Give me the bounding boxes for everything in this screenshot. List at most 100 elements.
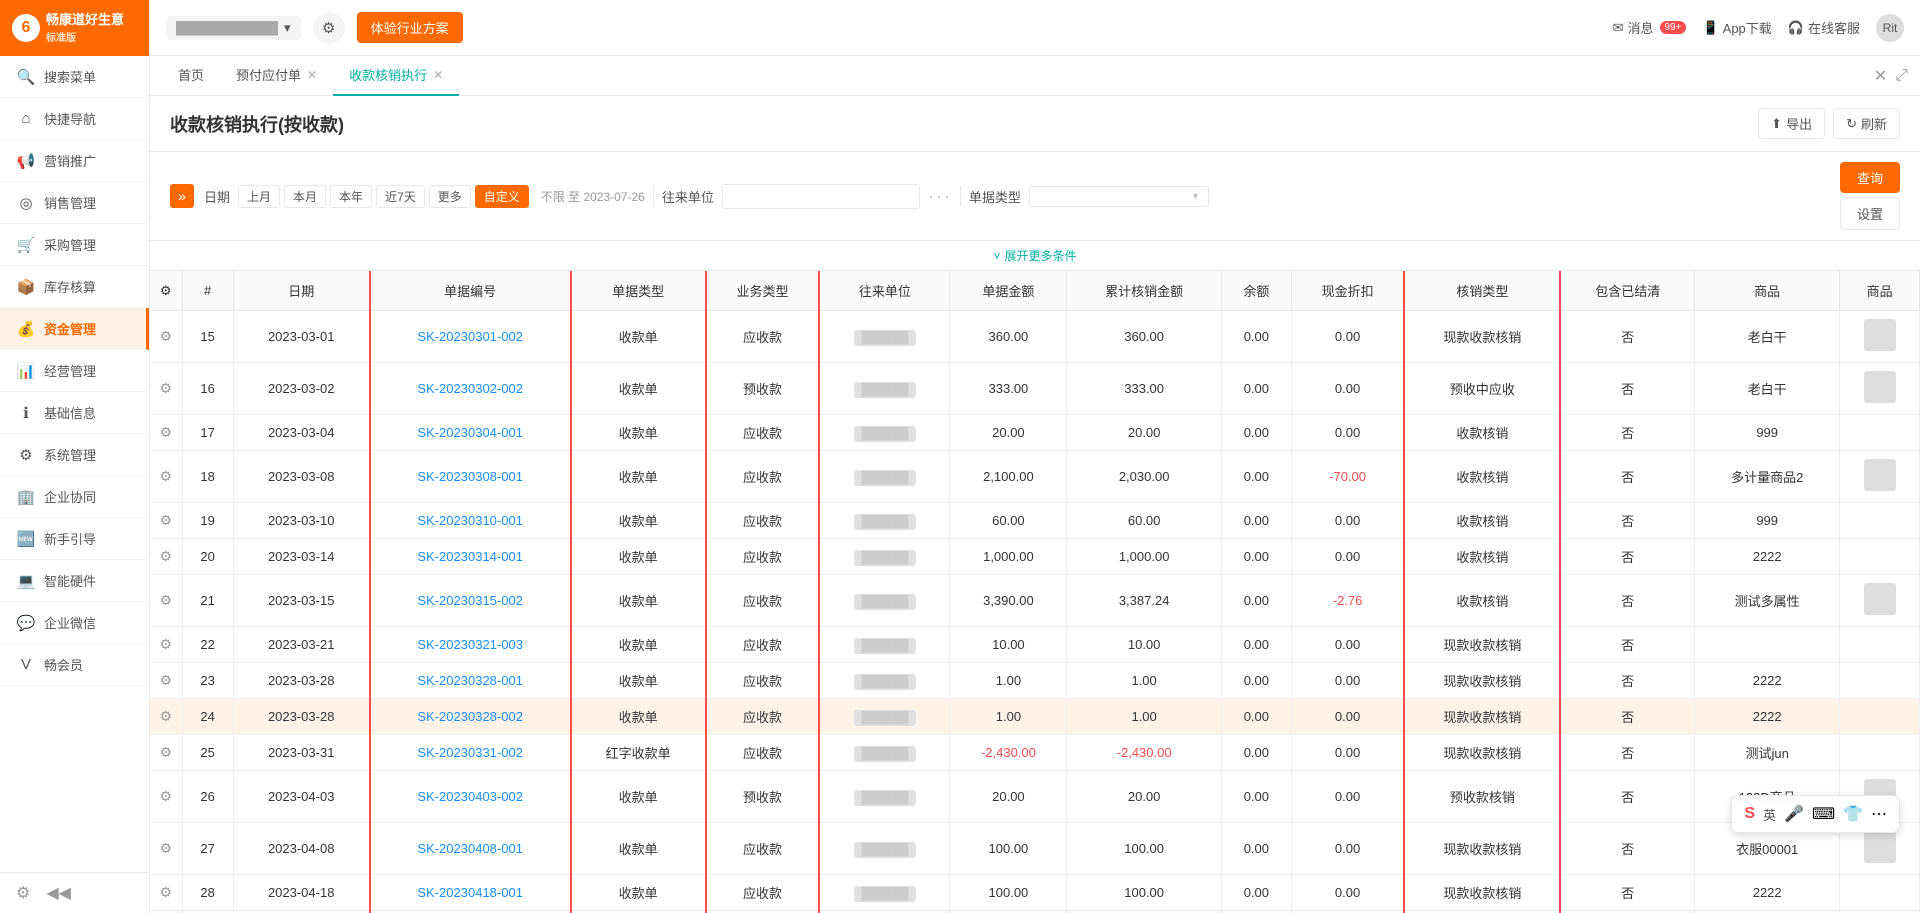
cell-settings[interactable]: ⚙ (150, 539, 182, 575)
table-row[interactable]: ⚙ 28 2023-04-18 SK-20230418-001 收款单 应收款 … (150, 875, 1920, 911)
cell-bill-no[interactable]: SK-20230302-002 (370, 363, 571, 415)
sidebar-item-sales[interactable]: ◎销售管理 (0, 182, 149, 224)
cell-bill-no[interactable]: SK-20230408-001 (370, 823, 571, 875)
col-settings[interactable]: ⚙ (150, 271, 182, 311)
ime-keyboard-icon[interactable]: ⌨ (1812, 804, 1835, 824)
cell-settings[interactable]: ⚙ (150, 451, 182, 503)
cell-bill-no[interactable]: SK-20230321-003 (370, 627, 571, 663)
online-service-action[interactable]: 🎧 在线客服 (1788, 18, 1860, 37)
date-btn-7days[interactable]: 近7天 (376, 185, 425, 208)
row-settings-icon[interactable]: ⚙ (159, 788, 172, 804)
cell-settings[interactable]: ⚙ (150, 875, 182, 911)
table-row[interactable]: ⚙ 19 2023-03-10 SK-20230310-001 收款单 应收款 … (150, 503, 1920, 539)
sidebar-item-basic-info[interactable]: ℹ基础信息 (0, 392, 149, 434)
workspace-selector[interactable]: ████████████ ▾ (166, 16, 301, 40)
collapse-icon[interactable]: ◀◀ (46, 883, 71, 903)
table-row[interactable]: ⚙ 25 2023-03-31 SK-20230331-002 红字收款单 应收… (150, 735, 1920, 771)
sidebar-item-guide[interactable]: 🆕新手引导 (0, 518, 149, 560)
close-tab-icon[interactable]: ✕ (1874, 66, 1887, 86)
row-settings-icon[interactable]: ⚙ (159, 708, 172, 724)
cell-settings[interactable]: ⚙ (150, 627, 182, 663)
sidebar-item-wechat[interactable]: 💬企业微信 (0, 602, 149, 644)
cell-settings[interactable]: ⚙ (150, 575, 182, 627)
table-row[interactable]: ⚙ 18 2023-03-08 SK-20230308-001 收款单 应收款 … (150, 451, 1920, 503)
tab-home[interactable]: 首页 (162, 56, 220, 96)
cell-bill-no[interactable]: SK-20230328-002 (370, 699, 571, 735)
row-settings-icon[interactable]: ⚙ (159, 468, 172, 484)
sidebar-item-search[interactable]: 🔍搜索菜单 (0, 56, 149, 98)
cell-settings[interactable]: ⚙ (150, 311, 182, 363)
cell-bill-no[interactable]: SK-20230314-001 (370, 539, 571, 575)
expand-more-button[interactable]: ˅ 展开更多条件 (993, 247, 1076, 264)
tab-prepay[interactable]: 预付应付单 ✕ (220, 56, 333, 96)
row-settings-icon[interactable]: ⚙ (159, 328, 172, 344)
expand-more-bar[interactable]: ˅ 展开更多条件 (150, 241, 1920, 271)
table-row[interactable]: ⚙ 23 2023-03-28 SK-20230328-001 收款单 应收款 … (150, 663, 1920, 699)
unit-filter-input[interactable] (722, 184, 920, 209)
filter-expand-button[interactable]: » (170, 184, 194, 208)
sidebar-item-system[interactable]: ⚙系统管理 (0, 434, 149, 476)
sidebar-item-inventory[interactable]: 📦库存核算 (0, 266, 149, 308)
filter-settings-button[interactable]: 设置 (1840, 197, 1900, 230)
tab-collection-close[interactable]: ✕ (433, 68, 443, 82)
cell-bill-no[interactable]: SK-20230310-001 (370, 503, 571, 539)
table-row[interactable]: ⚙ 21 2023-03-15 SK-20230315-002 收款单 应收款 … (150, 575, 1920, 627)
cell-settings[interactable]: ⚙ (150, 663, 182, 699)
date-btn-more[interactable]: 更多 (429, 185, 471, 208)
date-btn-this-year[interactable]: 本年 (330, 185, 372, 208)
cell-bill-no[interactable]: SK-20230308-001 (370, 451, 571, 503)
table-row[interactable]: ⚙ 22 2023-03-21 SK-20230321-003 收款单 应收款 … (150, 627, 1920, 663)
date-btn-this-month[interactable]: 本月 (284, 185, 326, 208)
date-btn-last-month[interactable]: 上月 (238, 185, 280, 208)
settings-button[interactable]: ⚙ (313, 12, 345, 44)
sidebar-item-quick-nav[interactable]: ⌂快捷导航 (0, 98, 149, 140)
row-settings-icon[interactable]: ⚙ (159, 548, 172, 564)
tab-prepay-close[interactable]: ✕ (307, 68, 317, 82)
table-row[interactable]: ⚙ 15 2023-03-01 SK-20230301-002 收款单 应收款 … (150, 311, 1920, 363)
export-button[interactable]: ⬆ 导出 (1758, 108, 1825, 139)
ime-mic-icon[interactable]: 🎤 (1784, 804, 1804, 824)
settings-icon[interactable]: ⚙ (16, 883, 30, 903)
table-row[interactable]: ⚙ 26 2023-04-03 SK-20230403-002 收款单 预收款 … (150, 771, 1920, 823)
app-download-action[interactable]: 📱 App下载 (1702, 18, 1771, 37)
cell-settings[interactable]: ⚙ (150, 823, 182, 875)
table-row[interactable]: ⚙ 27 2023-04-08 SK-20230408-001 收款单 应收款 … (150, 823, 1920, 875)
sidebar-item-hardware[interactable]: 💻智能硬件 (0, 560, 149, 602)
sidebar-item-marketing[interactable]: 📢营销推广 (0, 140, 149, 182)
cell-bill-no[interactable]: SK-20230301-002 (370, 311, 571, 363)
cell-settings[interactable]: ⚙ (150, 363, 182, 415)
ime-shirt-icon[interactable]: 👕 (1843, 804, 1863, 824)
cell-bill-no[interactable]: SK-20230418-001 (370, 875, 571, 911)
cell-settings[interactable]: ⚙ (150, 699, 182, 735)
refresh-button[interactable]: ↻ 刷新 (1833, 108, 1900, 139)
row-settings-icon[interactable]: ⚙ (159, 380, 172, 396)
row-settings-icon[interactable]: ⚙ (159, 672, 172, 688)
messages-action[interactable]: ✉ 消息 99+ (1613, 18, 1687, 37)
row-settings-icon[interactable]: ⚙ (159, 884, 172, 900)
row-settings-icon[interactable]: ⚙ (159, 424, 172, 440)
cell-bill-no[interactable]: SK-20230315-002 (370, 575, 571, 627)
table-row[interactable]: ⚙ 17 2023-03-04 SK-20230304-001 收款单 应收款 … (150, 415, 1920, 451)
maximize-icon[interactable]: ⤢ (1895, 67, 1908, 85)
row-settings-icon[interactable]: ⚙ (159, 512, 172, 528)
date-btn-custom[interactable]: 自定义 (475, 185, 529, 208)
cell-settings[interactable]: ⚙ (150, 735, 182, 771)
tab-collection[interactable]: 收款核销执行 ✕ (333, 56, 459, 96)
receipt-type-select[interactable]: ▾ (1029, 186, 1209, 207)
cell-bill-no[interactable]: SK-20230304-001 (370, 415, 571, 451)
user-avatar[interactable]: Rit (1876, 14, 1904, 42)
cell-settings[interactable]: ⚙ (150, 771, 182, 823)
ime-more-icon[interactable]: ⋯ (1871, 804, 1887, 824)
row-settings-icon[interactable]: ⚙ (159, 744, 172, 760)
solution-button[interactable]: 体验行业方案 (357, 12, 463, 43)
row-settings-icon[interactable]: ⚙ (159, 636, 172, 652)
sidebar-item-operations[interactable]: 📊经营管理 (0, 350, 149, 392)
table-row[interactable]: ⚙ 20 2023-03-14 SK-20230314-001 收款单 应收款 … (150, 539, 1920, 575)
sidebar-item-purchase[interactable]: 🛒采购管理 (0, 224, 149, 266)
sidebar-item-enterprise[interactable]: 🏢企业协同 (0, 476, 149, 518)
cell-bill-no[interactable]: SK-20230328-001 (370, 663, 571, 699)
table-row[interactable]: ⚙ 16 2023-03-02 SK-20230302-002 收款单 预收款 … (150, 363, 1920, 415)
cell-bill-no[interactable]: SK-20230403-002 (370, 771, 571, 823)
row-settings-icon[interactable]: ⚙ (159, 840, 172, 856)
cell-bill-no[interactable]: SK-20230331-002 (370, 735, 571, 771)
